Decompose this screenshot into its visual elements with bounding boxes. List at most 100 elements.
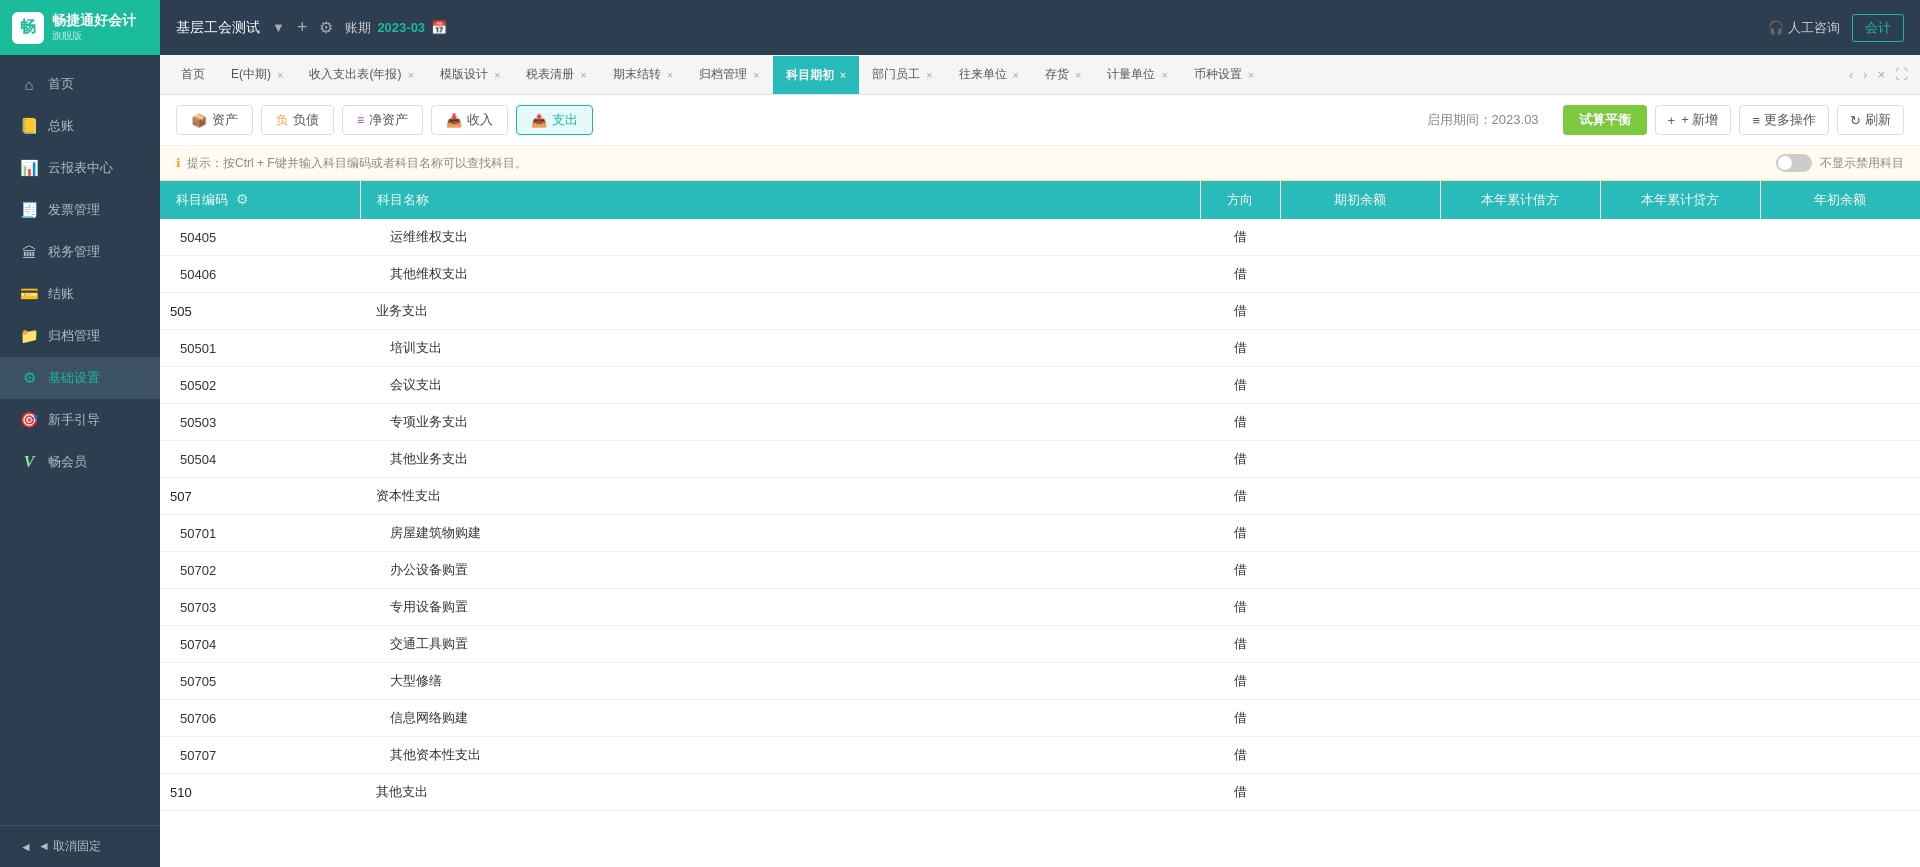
tab-tax[interactable]: 税表清册 × — [513, 56, 599, 94]
subject-tab-expense[interactable]: 📤 支出 — [516, 105, 593, 135]
cell-direction: 借 — [1200, 774, 1280, 811]
subject-tab-net-asset[interactable]: ≡ 净资产 — [342, 105, 423, 135]
cell-balance — [1280, 737, 1440, 774]
tab-income[interactable]: 收入支出表(年报) × — [296, 56, 426, 94]
subject-tab-income[interactable]: 📥 收入 — [431, 105, 508, 135]
table-row[interactable]: 50503 专项业务支出 借 — [160, 404, 1920, 441]
refresh-btn[interactable]: ↻ 刷新 — [1837, 105, 1904, 135]
cell-balance — [1280, 552, 1440, 589]
calendar-icon[interactable]: 📅 — [431, 20, 447, 35]
sidebar-item-tax[interactable]: 🏛 税务管理 — [0, 231, 160, 273]
table-row[interactable]: 50501 培训支出 借 — [160, 330, 1920, 367]
more-btn[interactable]: ≡ 更多操作 — [1739, 105, 1829, 135]
tab-unit[interactable]: 计量单位 × — [1094, 56, 1180, 94]
cell-code: 507 — [160, 478, 360, 515]
tab-close-currency[interactable]: × — [1248, 69, 1254, 81]
table-row[interactable]: 50706 信息网络购建 借 — [160, 700, 1920, 737]
tab-close-subject[interactable]: × — [840, 69, 846, 81]
tab-inventory[interactable]: 存货 × — [1032, 56, 1094, 94]
balance-btn[interactable]: 试算平衡 — [1563, 105, 1647, 135]
sidebar-item-settlement[interactable]: 💳 结账 — [0, 273, 160, 315]
cell-debit-year — [1440, 367, 1600, 404]
tab-currency[interactable]: 币种设置 × — [1181, 56, 1267, 94]
tab-expand[interactable]: ⛶ — [1891, 63, 1912, 86]
account-btn[interactable]: 会计 — [1852, 14, 1904, 42]
sidebar-item-invoice[interactable]: 🧾 发票管理 — [0, 189, 160, 231]
sidebar-item-home[interactable]: ⌂ 首页 — [0, 63, 160, 105]
cell-name: 运维维权支出 — [360, 219, 1200, 256]
cell-direction: 借 — [1200, 441, 1280, 478]
tab-nav-left[interactable]: ‹ — [1845, 63, 1857, 86]
col-debit-year: 本年累计借方 — [1440, 181, 1600, 219]
add-company-btn[interactable]: + — [297, 17, 308, 38]
cell-year-balance — [1760, 256, 1920, 293]
cell-year-balance — [1760, 737, 1920, 774]
disable-toggle[interactable] — [1776, 154, 1812, 172]
cell-code: 50405 — [160, 219, 360, 256]
subjects-table: 科目编码 ⚙ 科目名称 方向 期初余额 本年累计借方 本年累计贷方 年初余额 5… — [160, 181, 1920, 811]
tab-yearend[interactable]: 期末结转 × — [600, 56, 686, 94]
table-row[interactable]: 50702 办公设备购置 借 — [160, 552, 1920, 589]
tab-close-yearend[interactable]: × — [667, 69, 673, 81]
tab-close-department[interactable]: × — [926, 69, 932, 81]
invoice-icon: 🧾 — [20, 201, 38, 219]
sidebar-item-reports[interactable]: 📊 云报表中心 — [0, 147, 160, 189]
sidebar-item-archive[interactable]: 📁 归档管理 — [0, 315, 160, 357]
settlement-icon: 💳 — [20, 285, 38, 303]
table-row[interactable]: 50405 运维维权支出 借 — [160, 219, 1920, 256]
tab-department[interactable]: 部门员工 × — [859, 56, 945, 94]
tab-home[interactable]: 首页 — [168, 56, 218, 94]
tab-period[interactable]: E(中期) × — [218, 56, 296, 94]
tab-subject-initial[interactable]: 科目期初 × — [773, 56, 859, 94]
tab-close-archive[interactable]: × — [753, 69, 759, 81]
company-dropdown-icon[interactable]: ▼ — [272, 20, 285, 35]
cell-name: 资本性支出 — [360, 478, 1200, 515]
cell-year-balance — [1760, 663, 1920, 700]
table-row[interactable]: 50504 其他业务支出 借 — [160, 441, 1920, 478]
table-row[interactable]: 507 资本性支出 借 — [160, 478, 1920, 515]
sidebar-item-settings[interactable]: ⚙ 基础设置 — [0, 357, 160, 399]
table-row[interactable]: 50703 专用设备购置 借 — [160, 589, 1920, 626]
table-row[interactable]: 50705 大型修缮 借 — [160, 663, 1920, 700]
cell-credit-year — [1600, 589, 1760, 626]
table-row[interactable]: 50502 会议支出 借 — [160, 367, 1920, 404]
table-row[interactable]: 50704 交通工具购置 借 — [160, 626, 1920, 663]
subject-tab-liability[interactable]: 负 负债 — [261, 105, 334, 135]
company-settings-icon[interactable]: ⚙ — [319, 18, 333, 37]
table-row[interactable]: 50707 其他资本性支出 借 — [160, 737, 1920, 774]
cell-balance — [1280, 256, 1440, 293]
add-btn[interactable]: + + 新增 — [1655, 105, 1732, 135]
col-balance: 期初余额 — [1280, 181, 1440, 219]
table-row[interactable]: 50406 其他维权支出 借 — [160, 256, 1920, 293]
tab-close-period[interactable]: × — [277, 69, 283, 81]
cell-debit-year — [1440, 441, 1600, 478]
tab-template[interactable]: 模版设计 × — [427, 56, 513, 94]
cell-direction: 借 — [1200, 330, 1280, 367]
tab-close-all[interactable]: × — [1873, 63, 1889, 86]
subject-tab-asset[interactable]: 📦 资产 — [176, 105, 253, 135]
table-row[interactable]: 510 其他支出 借 — [160, 774, 1920, 811]
tab-close-unit[interactable]: × — [1161, 69, 1167, 81]
tab-close-income[interactable]: × — [407, 69, 413, 81]
sidebar-item-ledger[interactable]: 📒 总账 — [0, 105, 160, 147]
tab-close-inventory[interactable]: × — [1075, 69, 1081, 81]
sidebar-collapse-btn[interactable]: ◄ ◄ 取消固定 — [0, 825, 160, 867]
cell-name: 其他业务支出 — [360, 441, 1200, 478]
cell-code: 50703 — [160, 589, 360, 626]
column-settings-icon[interactable]: ⚙ — [236, 191, 249, 207]
sidebar-item-member[interactable]: V 畅会员 — [0, 441, 160, 483]
tab-close-tax[interactable]: × — [580, 69, 586, 81]
table-row[interactable]: 505 业务支出 借 — [160, 293, 1920, 330]
tab-nav-right[interactable]: › — [1859, 63, 1871, 86]
cell-direction: 借 — [1200, 367, 1280, 404]
table-row[interactable]: 50701 房屋建筑物购建 借 — [160, 515, 1920, 552]
tab-close-template[interactable]: × — [494, 69, 500, 81]
tab-archive[interactable]: 归档管理 × — [686, 56, 772, 94]
sidebar-item-guide[interactable]: 🎯 新手引导 — [0, 399, 160, 441]
tab-close-partners[interactable]: × — [1013, 69, 1019, 81]
consult-btn[interactable]: 🎧 人工咨询 — [1768, 19, 1840, 37]
cell-year-balance — [1760, 589, 1920, 626]
cell-name: 培训支出 — [360, 330, 1200, 367]
cell-name: 办公设备购置 — [360, 552, 1200, 589]
tab-partners[interactable]: 往来单位 × — [946, 56, 1032, 94]
